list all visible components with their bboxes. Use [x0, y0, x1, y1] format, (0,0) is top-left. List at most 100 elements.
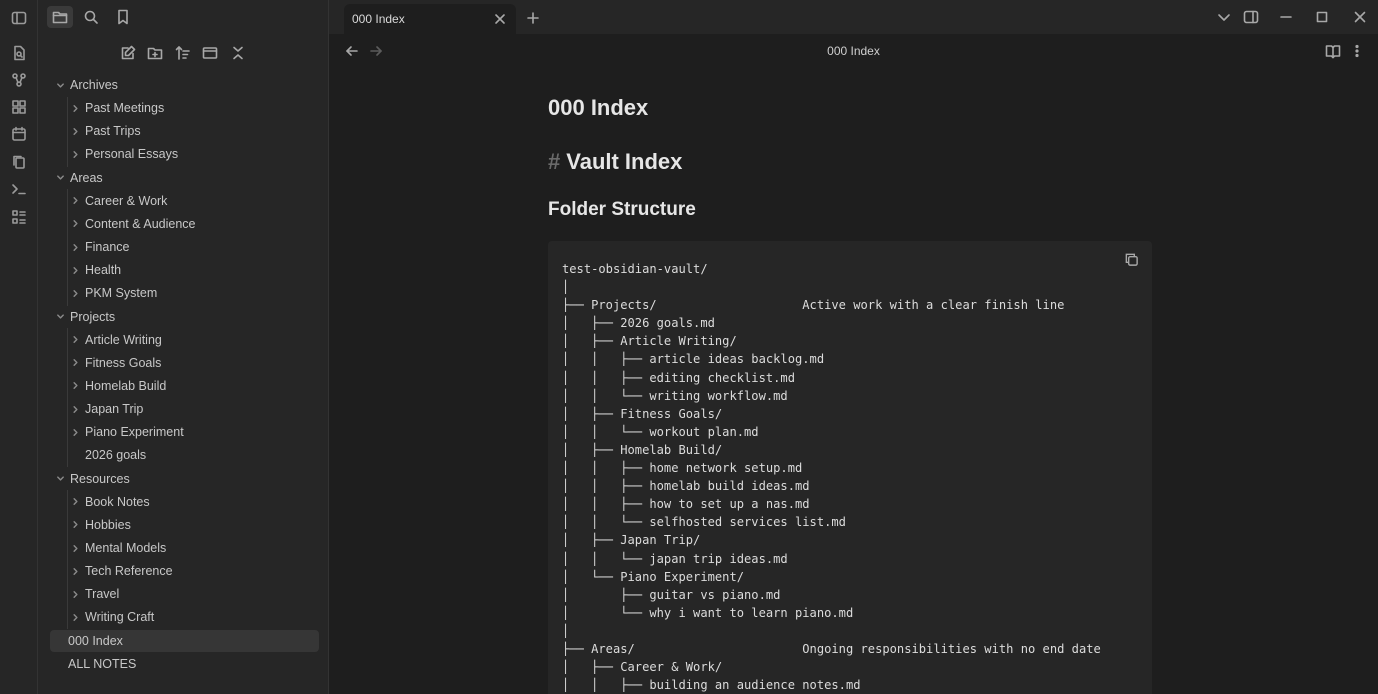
chevron-right-icon[interactable]: [68, 240, 82, 254]
code-line: │: [562, 623, 570, 638]
chevron-right-icon[interactable]: [68, 379, 82, 393]
folder-item[interactable]: Projects: [53, 306, 115, 328]
scrollbar[interactable]: [1368, 68, 1378, 694]
tree-item-label: Personal Essays: [85, 147, 179, 162]
chevron-right-icon[interactable]: [68, 333, 82, 347]
chevron-right-icon[interactable]: [68, 518, 82, 532]
search-icon[interactable]: [78, 6, 104, 28]
canvas-icon[interactable]: [9, 97, 29, 117]
title-bar: 000 Index: [329, 0, 1378, 34]
chevron-right-icon[interactable]: [68, 263, 82, 277]
chevron-down-icon[interactable]: [53, 310, 67, 324]
note-title[interactable]: 000 Index: [548, 95, 648, 121]
minimize-icon[interactable]: [1276, 8, 1296, 26]
maximize-icon[interactable]: [1312, 8, 1332, 26]
chevron-right-icon[interactable]: [68, 425, 82, 439]
toggle-sidebar-icon[interactable]: [9, 8, 29, 28]
subfolder-item[interactable]: Content & Audience: [68, 213, 196, 235]
code-block[interactable]: test-obsidian-vault/ │ ├── Projects/ Activ…: [548, 241, 1152, 694]
subfolder-item[interactable]: Fitness Goals: [68, 352, 161, 374]
close-window-icon[interactable]: [1350, 8, 1370, 26]
copy-code-icon[interactable]: [1122, 250, 1140, 268]
new-note-icon[interactable]: [118, 43, 138, 63]
code-line: │ │ ├── editing checklist.md: [562, 370, 795, 385]
tab-list-chevron-icon[interactable]: [1214, 8, 1234, 26]
sort-icon[interactable]: [173, 43, 193, 63]
quick-switcher-icon[interactable]: [9, 43, 29, 63]
subfolder-item[interactable]: Finance: [68, 236, 129, 258]
chevron-down-icon[interactable]: [53, 78, 67, 92]
subfolder-item[interactable]: Mental Models: [68, 537, 166, 559]
code-line: │ │ ├── home network setup.md: [562, 461, 803, 476]
chevron-right-icon[interactable]: [68, 194, 82, 208]
note-item[interactable]: ALL NOTES: [50, 653, 136, 675]
chevron-right-icon[interactable]: [68, 495, 82, 509]
tree-item-label: Tech Reference: [85, 564, 173, 579]
subfolder-item[interactable]: Writing Craft: [68, 606, 154, 628]
tree-item-label: Piano Experiment: [85, 425, 184, 440]
chevron-right-icon[interactable]: [68, 286, 82, 300]
file-explorer-sidebar: Archives Past Meetings Past Trips Personal …: [38, 0, 329, 694]
terminal-icon[interactable]: [9, 179, 29, 199]
subfolder-item[interactable]: Book Notes: [68, 491, 150, 513]
subfolder-item[interactable]: Past Meetings: [68, 97, 164, 119]
more-options-icon[interactable]: [1347, 42, 1367, 60]
subfolder-item[interactable]: Personal Essays: [68, 143, 178, 165]
folder-item[interactable]: Archives: [53, 74, 118, 96]
collapse-all-icon[interactable]: [228, 43, 248, 63]
code-line: │ │ ├── homelab build ideas.md: [562, 479, 810, 494]
subfolder-item[interactable]: Travel: [68, 583, 119, 605]
subfolder-item[interactable]: Homelab Build: [68, 375, 166, 397]
chevron-right-icon[interactable]: [68, 124, 82, 138]
subfolder-item[interactable]: Past Trips: [68, 120, 141, 142]
view-title[interactable]: 000 Index: [329, 44, 1378, 58]
toggle-right-sidebar-icon[interactable]: [1241, 8, 1261, 26]
chevron-right-icon[interactable]: [68, 541, 82, 555]
subfolder-item[interactable]: Tech Reference: [68, 560, 173, 582]
chevron-down-icon[interactable]: [53, 171, 67, 185]
tree-item-label: Article Writing: [85, 332, 162, 347]
tree-item-label: Book Notes: [85, 494, 150, 509]
calendar-icon[interactable]: [9, 124, 29, 144]
tree-item-label: Past Meetings: [85, 101, 165, 116]
new-tab-icon[interactable]: [525, 10, 541, 26]
subfolder-item[interactable]: Hobbies: [68, 514, 131, 536]
folder-icon[interactable]: [47, 6, 73, 28]
code-line: │ ├── 2026 goals.md: [562, 316, 715, 331]
tree-item-label: Past Trips: [85, 124, 141, 139]
folder-item[interactable]: Resources: [53, 468, 130, 490]
code-line: │ │ ├── how to set up a nas.md: [562, 497, 810, 512]
note-item[interactable]: 2026 goals: [68, 444, 146, 466]
list-view-icon[interactable]: [9, 207, 29, 227]
chevron-down-icon[interactable]: [53, 472, 67, 486]
code-line: │ │ └── writing workflow.md: [562, 388, 788, 403]
subfolder-item[interactable]: Article Writing: [68, 329, 162, 351]
code-line: │ ├── Homelab Build/: [562, 442, 723, 457]
chevron-right-icon[interactable]: [68, 402, 82, 416]
bookmark-icon[interactable]: [110, 6, 136, 28]
note-item[interactable]: 000 Index: [50, 629, 319, 652]
chevron-right-icon[interactable]: [68, 217, 82, 231]
subfolder-item[interactable]: PKM System: [68, 282, 157, 304]
chevron-right-icon[interactable]: [68, 147, 82, 161]
tab-000-index[interactable]: 000 Index: [344, 4, 516, 34]
subfolder-item[interactable]: Japan Trip: [68, 398, 143, 420]
subfolder-item[interactable]: Piano Experiment: [68, 421, 184, 443]
reading-view-icon[interactable]: [1323, 42, 1343, 60]
chevron-right-icon[interactable]: [68, 587, 82, 601]
close-tab-icon[interactable]: [492, 11, 508, 27]
chevron-right-icon[interactable]: [68, 356, 82, 370]
chevron-right-icon[interactable]: [68, 564, 82, 578]
subfolder-item[interactable]: Career & Work: [68, 190, 167, 212]
graph-view-icon[interactable]: [9, 70, 29, 90]
code-line: │ │ └── workout plan.md: [562, 424, 759, 439]
folder-item[interactable]: Areas: [53, 167, 103, 189]
auto-reveal-icon[interactable]: [200, 43, 220, 63]
code-line: │ │ ├── building an audience notes.md: [562, 678, 861, 693]
copy-files-icon[interactable]: [9, 152, 29, 172]
chevron-right-icon[interactable]: [68, 101, 82, 115]
chevron-right-icon[interactable]: [68, 610, 82, 624]
tree-item-label: Archives: [70, 78, 118, 92]
subfolder-item[interactable]: Health: [68, 259, 121, 281]
new-folder-icon[interactable]: [145, 43, 165, 63]
